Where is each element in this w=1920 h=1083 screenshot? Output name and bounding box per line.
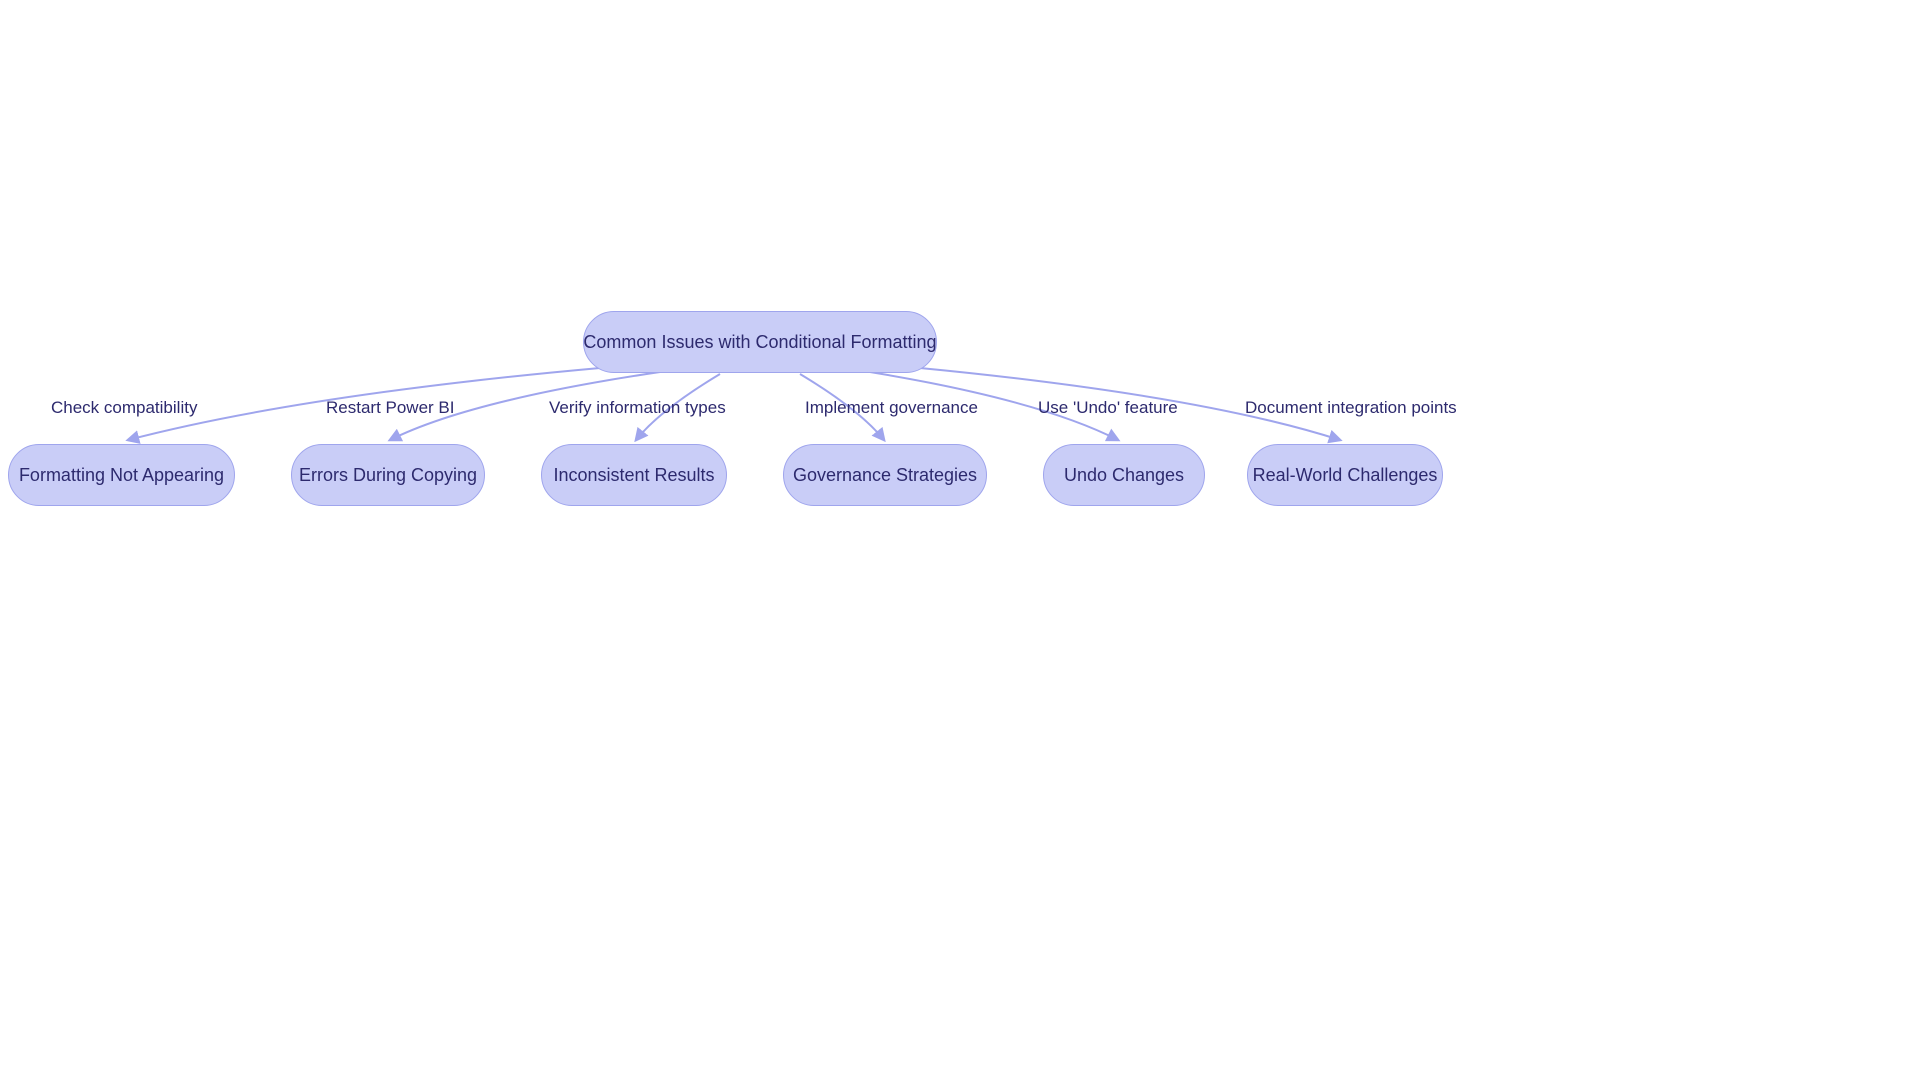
edge-label-6: Document integration points <box>1245 398 1457 418</box>
edge-label-5: Use 'Undo' feature <box>1038 398 1178 418</box>
flowchart-diagram: Common Issues with Conditional Formattin… <box>0 0 1920 1083</box>
edge-label-2: Restart Power BI <box>326 398 455 418</box>
child-node-3[interactable]: Inconsistent Results <box>541 444 727 506</box>
child-node-4[interactable]: Governance Strategies <box>783 444 987 506</box>
child-label-1: Formatting Not Appearing <box>19 465 224 486</box>
root-node[interactable]: Common Issues with Conditional Formattin… <box>583 311 937 373</box>
child-label-2: Errors During Copying <box>299 465 477 486</box>
child-node-6[interactable]: Real-World Challenges <box>1247 444 1443 506</box>
child-node-2[interactable]: Errors During Copying <box>291 444 485 506</box>
edge-label-3: Verify information types <box>549 398 726 418</box>
root-label: Common Issues with Conditional Formattin… <box>583 332 936 353</box>
child-label-5: Undo Changes <box>1064 465 1184 486</box>
child-label-4: Governance Strategies <box>793 465 977 486</box>
child-node-1[interactable]: Formatting Not Appearing <box>8 444 235 506</box>
child-label-3: Inconsistent Results <box>553 465 714 486</box>
edge-label-4: Implement governance <box>805 398 978 418</box>
edge-label-1: Check compatibility <box>51 398 197 418</box>
child-label-6: Real-World Challenges <box>1253 465 1438 486</box>
child-node-5[interactable]: Undo Changes <box>1043 444 1205 506</box>
connectors-layer <box>0 0 1920 1083</box>
